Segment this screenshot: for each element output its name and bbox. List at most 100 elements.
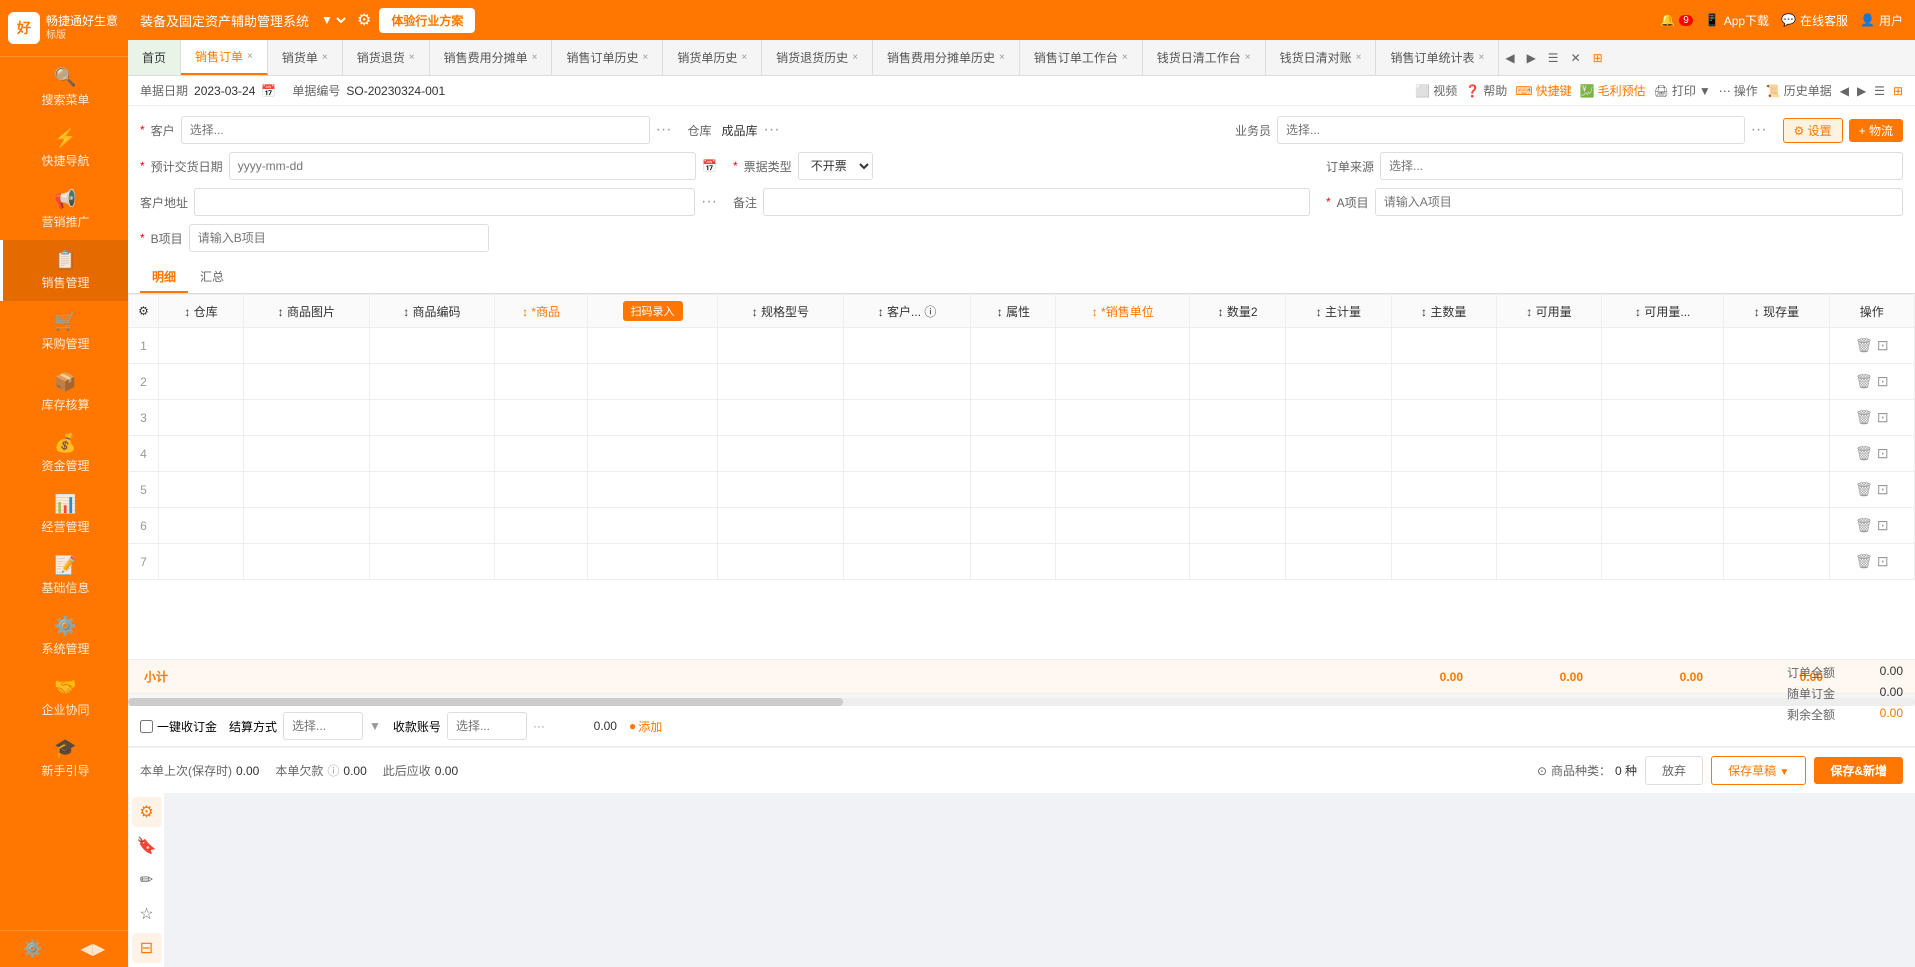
- row-code[interactable]: [369, 364, 495, 400]
- copy-row-icon[interactable]: ⊡: [1877, 373, 1889, 390]
- copy-row-icon[interactable]: ⊡: [1877, 481, 1889, 498]
- sidebar-item-management[interactable]: 📊 经营管理: [0, 484, 128, 545]
- tab-home[interactable]: 首页: [128, 40, 181, 75]
- row-main-qty[interactable]: [1391, 364, 1496, 400]
- online-service-btn[interactable]: 💬 在线客服: [1781, 12, 1848, 29]
- order-source-input[interactable]: [1380, 152, 1903, 180]
- address-more-btn[interactable]: ···: [701, 193, 717, 211]
- copy-row-icon[interactable]: ⊡: [1877, 409, 1889, 426]
- sidebar-item-search[interactable]: 🔍 搜索菜单: [0, 57, 128, 118]
- tab-expense-history[interactable]: 销售费用分摊单历史 ×: [873, 40, 1020, 75]
- one-click-checkbox[interactable]: [140, 720, 153, 733]
- customer-address-input[interactable]: [194, 188, 695, 216]
- detail-tab-summary[interactable]: 汇总: [188, 262, 236, 293]
- detail-tab-detail[interactable]: 明细: [140, 262, 188, 293]
- tab-prev[interactable]: ◀: [1499, 40, 1520, 75]
- row-spec[interactable]: [718, 364, 844, 400]
- tab-workbench[interactable]: 销售订单工作台 ×: [1020, 40, 1143, 75]
- rs-settings-icon[interactable]: ⚙: [132, 797, 162, 827]
- tab-close-icon[interactable]: ×: [532, 52, 538, 63]
- add-material-btn[interactable]: + 物流: [1849, 119, 1903, 142]
- col-customer[interactable]: ↕ 客户... ⓘ: [843, 295, 971, 328]
- col-current[interactable]: ↕ 现存量: [1724, 295, 1829, 328]
- tab-close-icon[interactable]: ×: [852, 52, 858, 63]
- view-btn[interactable]: ⬜ 视频: [1415, 82, 1457, 99]
- row-unit[interactable]: [1056, 364, 1189, 400]
- delivery-calendar-icon[interactable]: 📅: [702, 159, 717, 173]
- tab-close-icon[interactable]: ×: [999, 52, 1005, 63]
- industry-btn[interactable]: 体验行业方案: [379, 8, 475, 33]
- col-spec[interactable]: ↕ 规格型号: [718, 295, 844, 328]
- tab-close-icon[interactable]: ×: [1245, 52, 1251, 63]
- operation-btn[interactable]: ⋯ 操作: [1719, 82, 1758, 99]
- tab-sales-order-history[interactable]: 销售订单历史 ×: [552, 40, 663, 75]
- row-qty2[interactable]: [1189, 328, 1285, 364]
- tab-sales-order[interactable]: 销售订单 ×: [181, 40, 268, 75]
- sidebar-item-collab[interactable]: 🤝 企业协同: [0, 667, 128, 728]
- payment-method-input[interactable]: [283, 712, 363, 740]
- row-attr[interactable]: [971, 364, 1056, 400]
- row-qty2[interactable]: [1189, 364, 1285, 400]
- row-code[interactable]: [369, 328, 495, 364]
- tab-sales-return[interactable]: 销货退货 ×: [343, 40, 430, 75]
- settings-config-btn[interactable]: ⊞: [1893, 84, 1903, 98]
- tab-next[interactable]: ▶: [1521, 40, 1542, 75]
- delete-row-icon[interactable]: 🗑: [1855, 553, 1873, 570]
- tab-close-icon[interactable]: ×: [247, 51, 253, 62]
- warehouse-more-btn[interactable]: ···: [764, 121, 780, 139]
- rs-bookmark-icon[interactable]: 🔖: [132, 831, 162, 861]
- copy-row-icon[interactable]: ⊡: [1877, 337, 1889, 354]
- customer-more-btn[interactable]: ···: [656, 121, 672, 139]
- b-project-input[interactable]: [189, 224, 489, 252]
- copy-row-icon[interactable]: ⊡: [1877, 517, 1889, 534]
- tab-daily-reconcile[interactable]: 钱货日清对账 ×: [1266, 40, 1377, 75]
- col-warehouse[interactable]: ↕ 仓库: [159, 295, 244, 328]
- a-project-input[interactable]: [1375, 188, 1903, 216]
- save-new-btn[interactable]: 保存&新增: [1814, 757, 1903, 784]
- row-attr[interactable]: [971, 328, 1056, 364]
- sidebar-item-nav[interactable]: ⚡ 快捷导航: [0, 118, 128, 179]
- row-product[interactable]: [495, 364, 588, 400]
- delete-row-icon[interactable]: 🗑: [1855, 445, 1873, 462]
- row-customer[interactable]: [843, 364, 971, 400]
- col-main-qty[interactable]: ↕ 主数量: [1391, 295, 1496, 328]
- delete-row-icon[interactable]: 🗑: [1855, 373, 1873, 390]
- tab-close-icon[interactable]: ×: [1356, 52, 1362, 63]
- col-attr[interactable]: ↕ 属性: [971, 295, 1056, 328]
- row-product[interactable]: [495, 328, 588, 364]
- row-main-qty[interactable]: [1391, 328, 1496, 364]
- delete-row-icon[interactable]: 🗑: [1855, 409, 1873, 426]
- tab-expand[interactable]: ⊞: [1587, 40, 1609, 75]
- sidebar-item-finance[interactable]: 💰 资金管理: [0, 423, 128, 484]
- app-download-btn[interactable]: 📱 App下载: [1705, 12, 1769, 29]
- discard-btn[interactable]: 放弃: [1645, 756, 1703, 785]
- tab-sales-invoice[interactable]: 销货单 ×: [268, 40, 343, 75]
- col-config[interactable]: ⚙: [129, 295, 159, 328]
- tab-close-icon[interactable]: ×: [741, 52, 747, 63]
- rs-edit-icon[interactable]: ✏: [132, 865, 162, 895]
- settings-btn[interactable]: ⚙️: [23, 939, 43, 959]
- calendar-icon[interactable]: 📅: [261, 84, 276, 98]
- col-available2[interactable]: ↕ 可用量...: [1602, 295, 1724, 328]
- salesperson-more-btn[interactable]: ···: [1751, 121, 1767, 139]
- tab-invoice-history[interactable]: 销货单历史 ×: [663, 40, 762, 75]
- add-payment-btn[interactable]: ● 添加: [629, 718, 662, 735]
- tab-menu[interactable]: ☰: [1542, 40, 1565, 75]
- row-spec[interactable]: [718, 328, 844, 364]
- sidebar-item-system[interactable]: ⚙️ 系统管理: [0, 606, 128, 667]
- col-qty2[interactable]: ↕ 数量2: [1189, 295, 1285, 328]
- tab-return-history[interactable]: 销货退货历史 ×: [762, 40, 873, 75]
- print-btn[interactable]: 🖨 打印 ▼: [1654, 82, 1711, 99]
- delete-row-icon[interactable]: 🗑: [1855, 517, 1873, 534]
- sidebar-item-purchase[interactable]: 🛒 采购管理: [0, 301, 128, 362]
- next-record-btn[interactable]: ▶: [1857, 84, 1866, 98]
- note-input[interactable]: [763, 188, 1310, 216]
- dropdown-icon[interactable]: ▼: [1779, 767, 1789, 778]
- tab-daily-workbench[interactable]: 钱货日清工作台 ×: [1143, 40, 1266, 75]
- bank-account-input[interactable]: [447, 712, 527, 740]
- one-click-deposit-check[interactable]: 一键收订金: [140, 718, 217, 735]
- delete-row-icon[interactable]: 🗑: [1855, 481, 1873, 498]
- sidebar-item-inventory[interactable]: 📦 库存核算: [0, 362, 128, 423]
- col-image[interactable]: ↕ 商品图片: [244, 295, 370, 328]
- shortcut-btn[interactable]: ⌨ 快捷键: [1515, 82, 1571, 99]
